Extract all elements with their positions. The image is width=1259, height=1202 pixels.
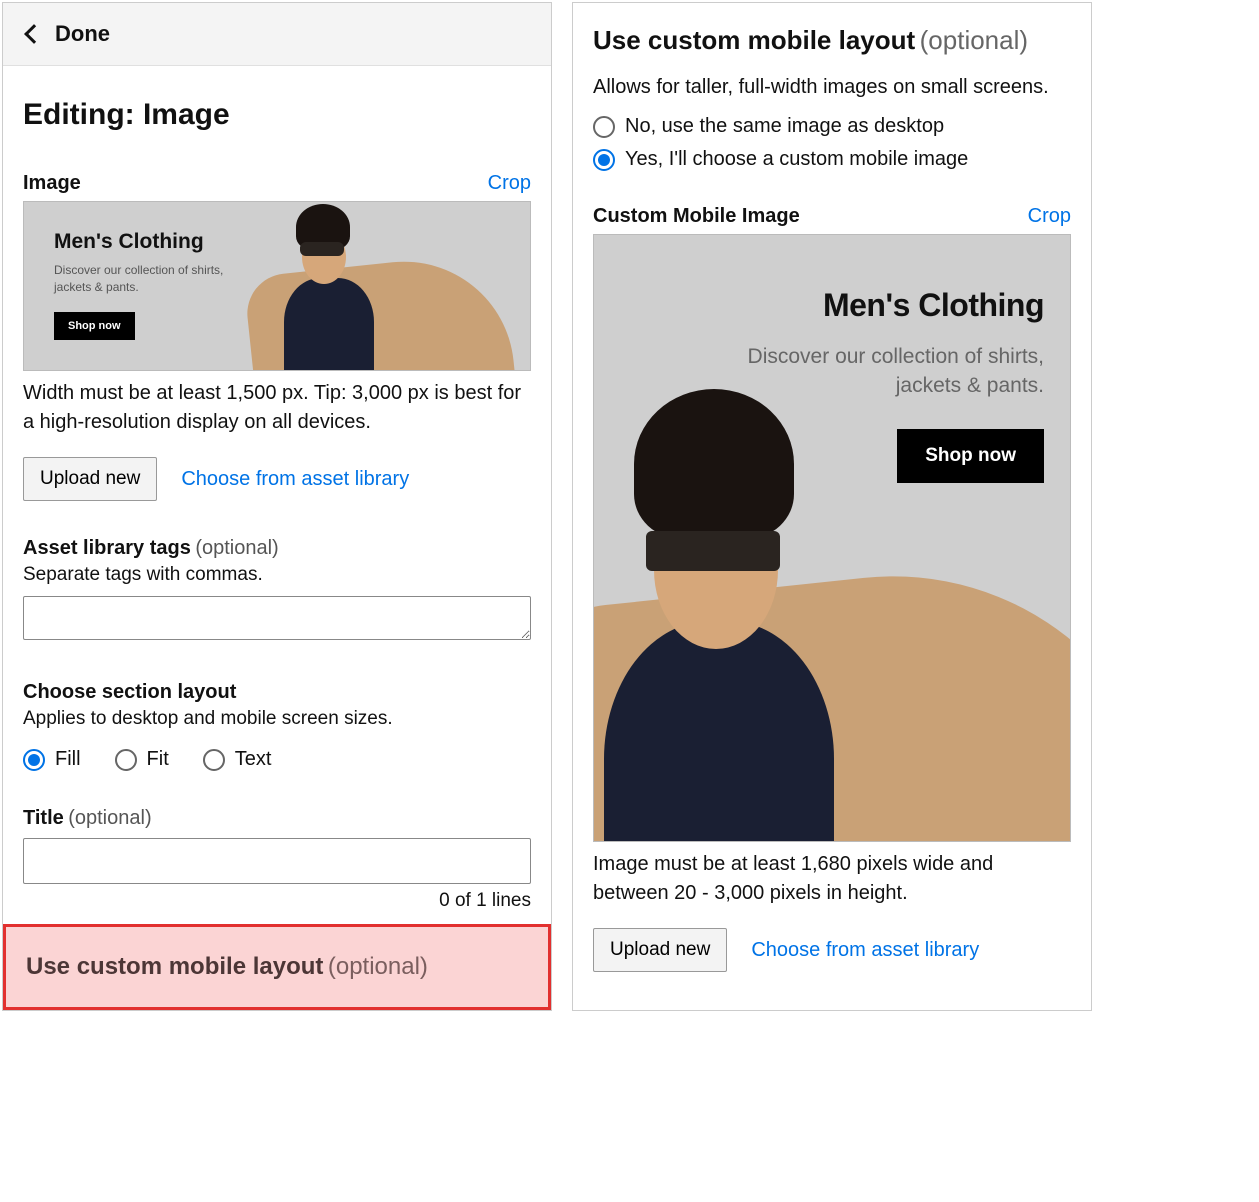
radio-icon: [115, 749, 137, 771]
crop-link[interactable]: Crop: [488, 172, 531, 195]
tags-hint: Separate tags with commas.: [23, 564, 531, 586]
mobile-image-hint: Image must be at least 1,680 pixels wide…: [593, 850, 1071, 908]
radio-icon: [203, 749, 225, 771]
custom-mobile-panel: Use custom mobile layout (optional) Allo…: [572, 2, 1092, 1011]
image-preview-desktop[interactable]: Men's Clothing Discover our collection o…: [23, 201, 531, 371]
image-preview-mobile[interactable]: Men's Clothing Discover our collection o…: [593, 234, 1071, 842]
banner-subtitle: Discover our collection of shirts, jacke…: [734, 342, 1044, 401]
custom-mobile-heading-optional: (optional): [920, 25, 1028, 55]
layout-option-fit[interactable]: Fit: [115, 748, 169, 771]
layout-label: Choose section layout: [23, 681, 531, 704]
page-title: Editing: Image: [23, 98, 531, 132]
banner-cta: Shop now: [897, 429, 1044, 483]
custom-mobile-heading: Use custom mobile layout: [593, 25, 915, 55]
banner-title: Men's Clothing: [54, 230, 234, 254]
radio-label: Yes, I'll choose a custom mobile image: [625, 148, 968, 171]
custom-mobile-description: Allows for taller, full-width images on …: [593, 76, 1071, 99]
back-icon[interactable]: [24, 24, 44, 44]
image-hint: Width must be at least 1,500 px. Tip: 3,…: [23, 379, 531, 437]
radio-icon: [593, 116, 615, 138]
layout-option-label: Fill: [55, 748, 81, 771]
panel-header: Done: [3, 3, 551, 66]
mobile-upload-new-button[interactable]: Upload new: [593, 928, 727, 972]
mobile-option-no[interactable]: No, use the same image as desktop: [593, 115, 1071, 138]
editing-panel: Done Editing: Image Image Crop Men's Clo…: [2, 2, 552, 1011]
layout-option-text[interactable]: Text: [203, 748, 272, 771]
title-field-label: Title: [23, 807, 64, 829]
layout-hint: Applies to desktop and mobile screen siz…: [23, 708, 531, 730]
title-field-optional: (optional): [68, 807, 151, 829]
mobile-option-yes[interactable]: Yes, I'll choose a custom mobile image: [593, 148, 1071, 171]
radio-icon: [593, 149, 615, 171]
mobile-choose-asset-link[interactable]: Choose from asset library: [751, 939, 979, 962]
model-illustration: [240, 201, 531, 371]
title-input[interactable]: [23, 838, 531, 884]
title-counter: 0 of 1 lines: [23, 890, 531, 912]
choose-asset-link[interactable]: Choose from asset library: [181, 468, 409, 491]
image-label: Image: [23, 172, 81, 195]
upload-new-button[interactable]: Upload new: [23, 457, 157, 501]
custom-mobile-label: Use custom mobile layout: [26, 953, 323, 980]
custom-mobile-section-highlight[interactable]: Use custom mobile layout (optional): [3, 924, 551, 1010]
radio-label: No, use the same image as desktop: [625, 115, 944, 138]
done-button[interactable]: Done: [55, 21, 110, 47]
tags-optional: (optional): [195, 537, 278, 559]
banner-subtitle: Discover our collection of shirts, jacke…: [54, 262, 234, 296]
mobile-crop-link[interactable]: Crop: [1028, 205, 1071, 228]
tags-label: Asset library tags: [23, 537, 191, 559]
banner-cta: Shop now: [54, 312, 135, 340]
mobile-image-label: Custom Mobile Image: [593, 205, 800, 228]
layout-option-fill[interactable]: Fill: [23, 748, 81, 771]
layout-option-label: Fit: [147, 748, 169, 771]
custom-mobile-optional: (optional): [328, 953, 428, 980]
radio-icon: [23, 749, 45, 771]
layout-option-label: Text: [235, 748, 272, 771]
banner-title: Men's Clothing: [734, 287, 1044, 324]
tags-input[interactable]: [23, 596, 531, 640]
